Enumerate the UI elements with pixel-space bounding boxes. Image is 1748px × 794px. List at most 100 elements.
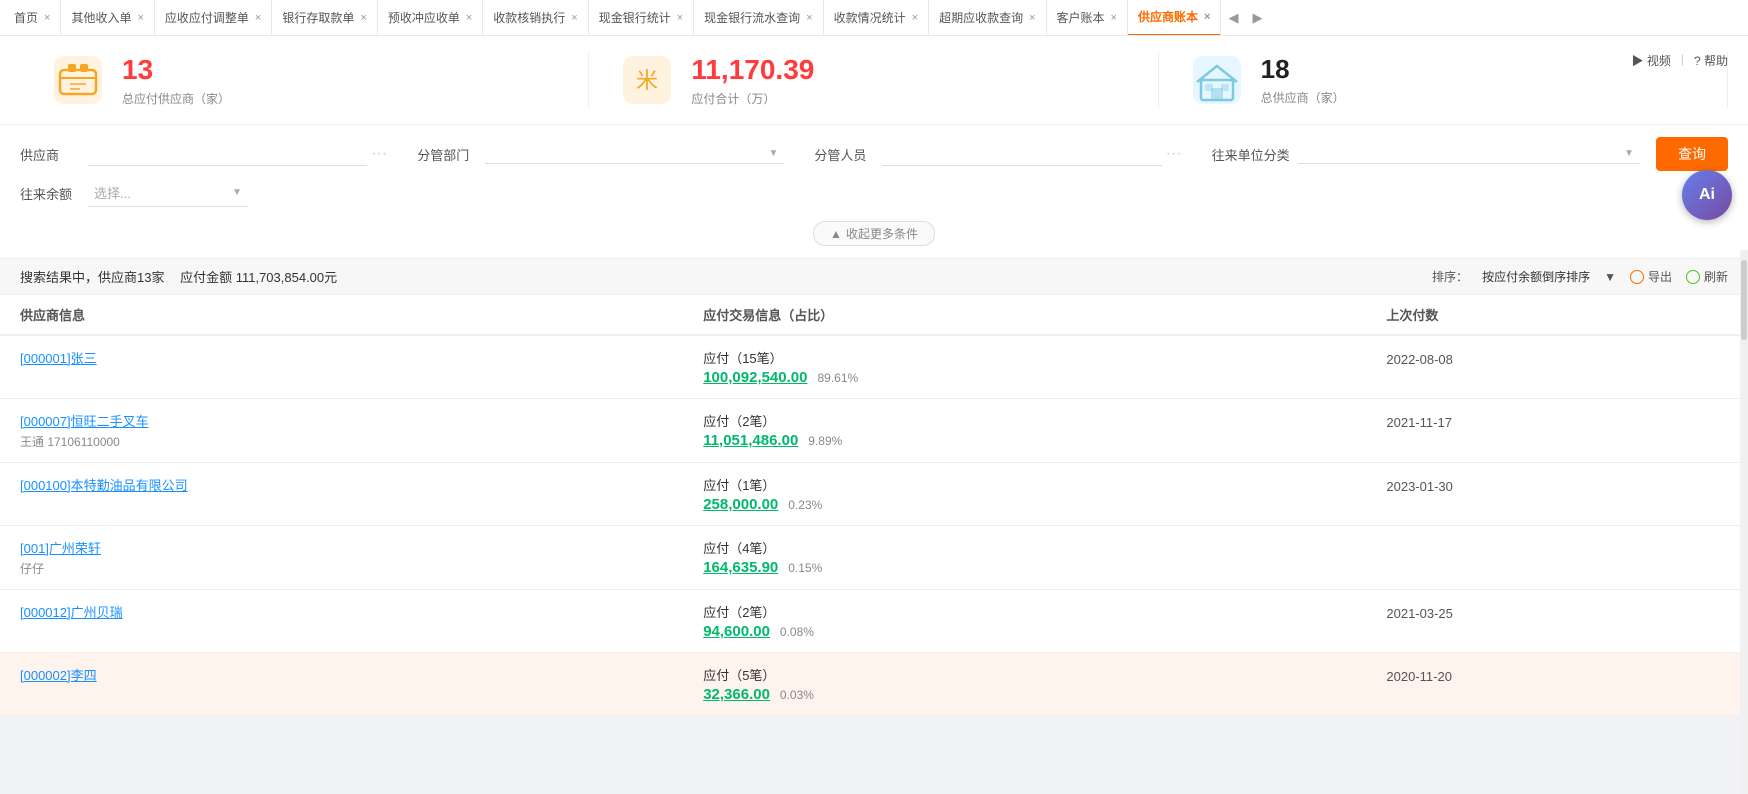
- close-tab-other-income[interactable]: ×: [137, 12, 143, 24]
- close-tab-prepay-offset[interactable]: ×: [466, 12, 472, 24]
- refresh-button[interactable]: 刷新: [1686, 268, 1728, 285]
- supplier-sub-3: 仔仔: [20, 560, 703, 577]
- nav-tab-cash-bank-stat[interactable]: 现金银行统计 ×: [589, 0, 694, 36]
- close-tab-ar-ap-adjust[interactable]: ×: [255, 12, 261, 24]
- nav-scroll-left[interactable]: ◀: [1221, 0, 1245, 36]
- tx-percent-5: 0.03%: [780, 688, 814, 702]
- nav-tab-payment-stat[interactable]: 收款情况统计 ×: [824, 0, 929, 36]
- tx-amount-0[interactable]: 100,092,540.00: [703, 369, 807, 386]
- collapse-bar: ▲ 收起更多条件: [20, 215, 1728, 250]
- close-tab-customer-ledger[interactable]: ×: [1111, 12, 1117, 24]
- nav-tab-prepay-offset[interactable]: 预收冲应收单 ×: [378, 0, 483, 36]
- tx-label-3: 应付（4笔）: [703, 538, 1386, 557]
- tx-amount-5[interactable]: 32,366.00: [703, 686, 770, 703]
- supplier-link-5[interactable]: [000002]李四: [20, 668, 97, 683]
- close-tab-bank-deposit[interactable]: ×: [360, 12, 366, 24]
- nav-tab-supplier-ledger[interactable]: 供应商账本 ×: [1128, 0, 1221, 36]
- total-supplier-icon: [1189, 52, 1245, 108]
- person-filter-more[interactable]: ···: [1166, 145, 1182, 163]
- close-tab-payment-stat[interactable]: ×: [912, 12, 918, 24]
- table-row: [000100]本特勤油品有限公司 应付（1笔） 258,000.00 0.23…: [0, 463, 1748, 526]
- data-table: 供应商信息 应付交易信息（占比） 上次付数 [000001]张三 应付（15笔）…: [0, 295, 1748, 716]
- nav-tab-home[interactable]: 首页 ×: [4, 0, 61, 36]
- payable-supplier-count: 13: [122, 53, 230, 87]
- supplier-filter-input[interactable]: [88, 142, 367, 166]
- close-tab-cash-bank-flow[interactable]: ×: [806, 12, 812, 24]
- query-button[interactable]: 查询: [1656, 137, 1728, 171]
- collapse-button[interactable]: ▲ 收起更多条件: [813, 221, 935, 246]
- supplier-link-0[interactable]: [000001]张三: [20, 351, 97, 366]
- tx-amount-3[interactable]: 164,635.90: [703, 559, 778, 576]
- supplier-link-1[interactable]: [000007]恒旺二手叉车: [20, 414, 149, 429]
- tx-amount-2[interactable]: 258,000.00: [703, 496, 778, 513]
- card-content-total-payable: 11,170.39 应付合计（万）: [691, 53, 814, 108]
- category-filter-label: 往来单位分类: [1212, 145, 1290, 164]
- payable-supplier-label: 总应付供应商（家）: [122, 90, 230, 107]
- total-supplier-label: 总供应商（家）: [1261, 89, 1345, 106]
- supplier-link-3[interactable]: [001]广州荣轩: [20, 541, 101, 556]
- person-filter-input[interactable]: [882, 142, 1161, 166]
- supplier-sub-1: 王通 17106110000: [20, 433, 703, 450]
- nav-tab-bank-deposit[interactable]: 银行存取款单 ×: [272, 0, 377, 36]
- last-payment-0: 2022-08-08: [1386, 348, 1728, 367]
- ai-assistant-button[interactable]: Ai: [1682, 170, 1732, 220]
- last-payment-2: 2023-01-30: [1386, 475, 1728, 494]
- scroll-thumb[interactable]: [1741, 260, 1747, 340]
- sort-label: 排序：: [1432, 268, 1468, 285]
- tx-amount-4[interactable]: 94,600.00: [703, 623, 770, 640]
- help-link[interactable]: ? 帮助: [1694, 52, 1728, 69]
- supplier-info-0: [000001]张三: [20, 348, 703, 367]
- nav-tab-ar-ap-adjust[interactable]: 应收应付调整单 ×: [155, 0, 272, 36]
- dept-filter-select[interactable]: ▼: [485, 144, 784, 164]
- supplier-info-5: [000002]李四: [20, 665, 703, 684]
- card-content-total-supplier: 18 总供应商（家）: [1261, 54, 1345, 106]
- card-content-payable: 13 总应付供应商（家）: [122, 53, 230, 108]
- close-tab-cash-bank-stat[interactable]: ×: [677, 12, 683, 24]
- video-link[interactable]: ▶ 视频: [1631, 52, 1670, 69]
- dept-filter: 分管部门 ▼: [417, 144, 784, 164]
- close-tab-home[interactable]: ×: [44, 12, 50, 24]
- total-payable-label: 应付合计（万）: [691, 90, 814, 107]
- table-row: [001]广州荣轩 仔仔 应付（4笔） 164,635.90 0.15%: [0, 526, 1748, 590]
- supplier-link-2[interactable]: [000100]本特勤油品有限公司: [20, 478, 188, 493]
- nav-scroll-right[interactable]: ▶: [1245, 0, 1269, 36]
- filter-row-1: 供应商 ··· 分管部门 ▼ 分管人员 ··· 往来单位分类 ▼ 查询: [20, 137, 1728, 171]
- summary-card-total-payable: 米 11,170.39 应付合计（万）: [589, 52, 1158, 108]
- supplier-info-2: [000100]本特勤油品有限公司: [20, 475, 703, 494]
- sort-value[interactable]: 按应付余额倒序排序: [1482, 268, 1590, 285]
- table-row: [000002]李四 应付（5笔） 32,366.00 0.03% 2020-1…: [0, 653, 1748, 716]
- scrollbar[interactable]: [1740, 250, 1748, 794]
- last-payment-3: [1386, 538, 1728, 542]
- nav-tab-overdue-ar[interactable]: 超期应收款查询 ×: [929, 0, 1046, 36]
- total-payable-icon: 米: [619, 52, 675, 108]
- nav-tab-payment-verify[interactable]: 收款核销执行 ×: [483, 0, 588, 36]
- export-icon: [1630, 270, 1644, 284]
- nav-tab-customer-ledger[interactable]: 客户账本 ×: [1047, 0, 1128, 36]
- supplier-info-3: [001]广州荣轩 仔仔: [20, 538, 703, 577]
- balance-filter: 往来余额 选择... ▼: [20, 179, 320, 207]
- supplier-filter-more[interactable]: ···: [371, 145, 387, 163]
- tx-label-4: 应付（2笔）: [703, 602, 1386, 621]
- category-filter: 往来单位分类 ▼: [1212, 144, 1640, 164]
- person-filter: 分管人员 ···: [814, 142, 1181, 166]
- top-navigation: 首页 × 其他收入单 × 应收应付调整单 × 银行存取款单 × 预收冲应收单 ×…: [0, 0, 1748, 36]
- balance-filter-select[interactable]: 选择... ▼: [88, 179, 248, 207]
- tx-amount-1[interactable]: 11,051,486.00: [703, 432, 798, 449]
- tx-percent-1: 9.89%: [808, 434, 842, 448]
- transaction-info-2: 应付（1笔） 258,000.00 0.23%: [703, 475, 1386, 513]
- summary-bar: 13 总应付供应商（家） 米 11,170.39 应付合计（万）: [0, 36, 1748, 125]
- transaction-info-5: 应付（5笔） 32,366.00 0.03%: [703, 665, 1386, 703]
- supplier-link-4[interactable]: [000012]广州贝瑞: [20, 605, 123, 620]
- close-tab-overdue-ar[interactable]: ×: [1029, 12, 1035, 24]
- tx-percent-4: 0.08%: [780, 625, 814, 639]
- nav-tab-other-income[interactable]: 其他收入单 ×: [61, 0, 154, 36]
- close-tab-payment-verify[interactable]: ×: [571, 12, 577, 24]
- tx-percent-2: 0.23%: [788, 498, 822, 512]
- total-supplier-count: 18: [1261, 54, 1345, 85]
- transaction-info-0: 应付（15笔） 100,092,540.00 89.61%: [703, 348, 1386, 386]
- nav-tab-cash-bank-flow[interactable]: 现金银行流水查询 ×: [694, 0, 823, 36]
- category-filter-select[interactable]: ▼: [1298, 144, 1640, 164]
- export-button[interactable]: 导出: [1630, 268, 1672, 285]
- separator: |: [1681, 52, 1684, 69]
- close-tab-supplier-ledger[interactable]: ×: [1204, 11, 1210, 23]
